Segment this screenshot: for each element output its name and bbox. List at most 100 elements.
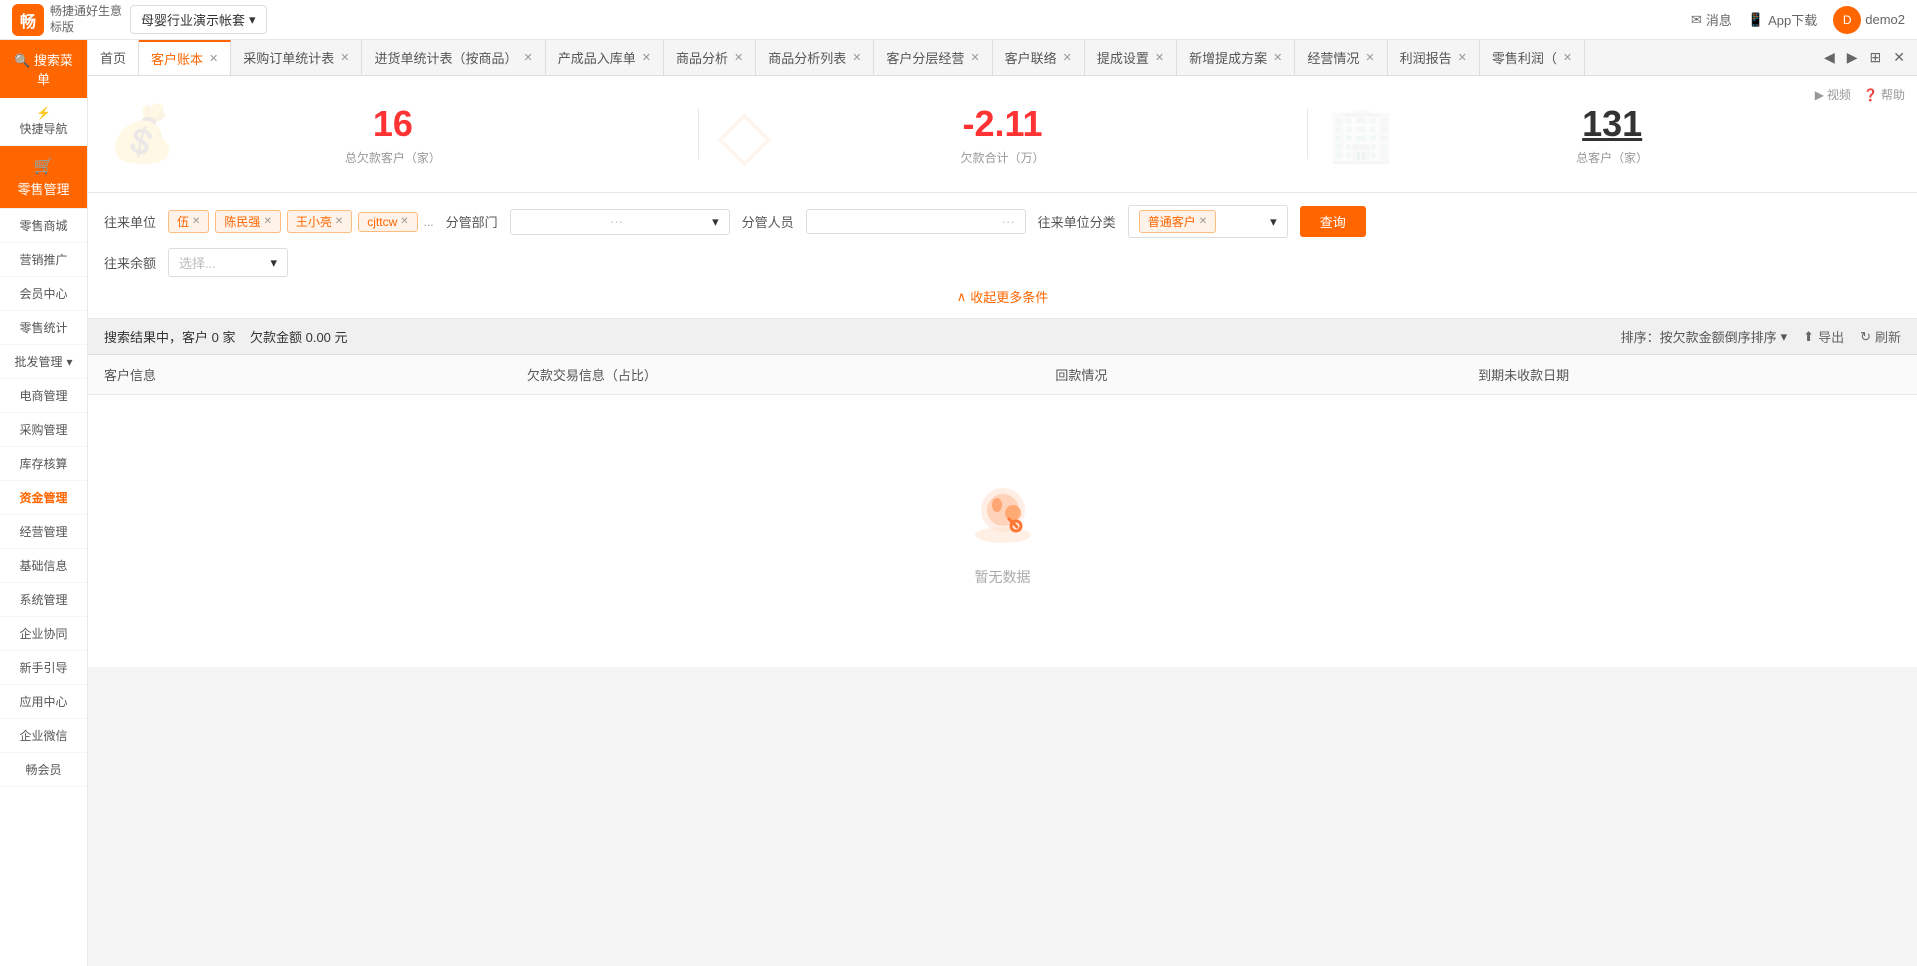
sidebar-item-new-guide[interactable]: 新手引导 [0,651,87,685]
summary-card-arrears: ◇ -2.11 欠款合计（万） [698,92,1308,176]
content-area: ▶ 视频 ❓ 帮助 💰 16 总欠款客户（家） ◇ [88,76,1917,966]
summary-cards: ▶ 视频 ❓ 帮助 💰 16 总欠款客户（家） ◇ [88,76,1917,193]
filter-dept-select[interactable]: ··· ▾ [510,209,730,235]
tab-close-goods-analysis-list[interactable]: ✕ [852,51,861,64]
filter-tags: 伍 ✕ 陈民强 ✕ 王小亮 ✕ cjttcw ✕ [168,210,434,233]
message-button[interactable]: ✉ 消息 [1691,10,1732,29]
filter-person-select[interactable]: ··· [806,209,1026,234]
sidebar-item-operations[interactable]: 经营管理 [0,515,87,549]
collapse-icon: ∧ [957,289,967,305]
filter-tag-1-close[interactable]: ✕ [192,216,200,227]
sidebar-item-quick-nav[interactable]: ⚡ 快捷导航 [0,98,87,146]
unit-class-tag-close[interactable]: ✕ [1199,216,1207,227]
filter-tag-4[interactable]: cjttcw ✕ [358,212,417,232]
tab-bar: 首页 客户账本 ✕ 采购订单统计表 ✕ 进货单统计表（按商品） ✕ 产成品入库单… [88,40,1917,76]
logo-icon: 畅 [12,4,44,36]
suite-selector[interactable]: 母婴行业演示帐套 ▾ [130,5,267,34]
tab-production-stock-in[interactable]: 产成品入库单 ✕ [546,40,664,76]
filter-tag-4-close[interactable]: ✕ [400,216,408,227]
sidebar-item-enterprise-wechat[interactable]: 企业微信 [0,719,87,753]
sidebar-item-inventory[interactable]: 库存核算 [0,447,87,481]
tab-close-profit-report[interactable]: ✕ [1458,51,1467,64]
tab-operations[interactable]: 经营情况 ✕ [1295,40,1387,76]
card2-value[interactable]: -2.11 [962,102,1042,145]
sort-select[interactable]: 排序：按欠款金额倒序排序 ▾ [1621,327,1788,346]
tab-close-purchase-order-stats[interactable]: ✕ [340,51,349,64]
card3-value[interactable]: 131 [1582,102,1642,145]
search-icon: 🔍 [14,53,30,68]
filter-tag-3-close[interactable]: ✕ [335,216,343,227]
tab-customer-account[interactable]: 客户账本 ✕ [139,40,231,76]
sidebar-search[interactable]: 🔍 搜索菜单 [0,40,87,98]
filter-tag-1[interactable]: 伍 ✕ [168,210,209,233]
user-menu[interactable]: D demo2 [1833,6,1905,34]
sidebar-item-retail-stats[interactable]: 零售统计 [0,311,87,345]
query-button[interactable]: 查询 [1300,206,1366,237]
tab-close-all-btn[interactable]: ✕ [1889,47,1909,68]
tab-bar-controls: ◀ ▶ ⊞ ✕ [1812,47,1917,68]
tab-close-customer-account[interactable]: ✕ [209,52,218,65]
tab-stock-stats[interactable]: 进货单统计表（按商品） ✕ [362,40,545,76]
filter-unit-class-select[interactable]: 普通客户 ✕ ▾ [1128,205,1288,238]
tab-retail-profit[interactable]: 零售利润（ ✕ [1480,40,1585,76]
sidebar-item-enterprise-collab[interactable]: 企业协同 [0,617,87,651]
table-header: 客户信息 欠款交易信息（占比） 回款情况 到期未收款日期 [88,355,1917,395]
sidebar-item-marketing[interactable]: 营销推广 [0,243,87,277]
filter-balance-select[interactable]: 选择... ▾ [168,248,288,277]
tab-home[interactable]: 首页 [88,40,139,76]
tab-close-production-stock-in[interactable]: ✕ [642,51,651,64]
tab-close-prompt-settings[interactable]: ✕ [1155,51,1164,64]
sidebar-item-wholesale[interactable]: 批发管理 ▾ [0,345,87,379]
sidebar-item-retail-mall[interactable]: 零售商城 [0,209,87,243]
result-actions: 排序：按欠款金额倒序排序 ▾ ⬆ 导出 ↻ 刷新 [1621,327,1901,346]
table-header-overdue-date: 到期未收款日期 [1478,365,1901,384]
empty-icon [963,475,1043,555]
tab-purchase-order-stats[interactable]: 采购订单统计表 ✕ [231,40,362,76]
sidebar-item-purchase[interactable]: 采购管理 [0,413,87,447]
sidebar-item-ecommerce[interactable]: 电商管理 [0,379,87,413]
filter-tag-2-close[interactable]: ✕ [263,216,271,227]
collapse-filter-btn[interactable]: ∧ 收起更多条件 [957,287,1049,306]
card1-value[interactable]: 16 [373,102,413,145]
tab-close-new-prompt-plan[interactable]: ✕ [1273,51,1282,64]
card2-bg-icon: ◇ [718,93,772,175]
app-download-button[interactable]: 📱 App下载 [1748,10,1817,29]
sidebar-item-vip-member[interactable]: 畅会员 [0,753,87,787]
tab-prompt-settings[interactable]: 提成设置 ✕ [1085,40,1177,76]
refresh-button[interactable]: ↻ 刷新 [1860,327,1901,346]
tab-new-prompt-plan[interactable]: 新增提成方案 ✕ [1177,40,1295,76]
result-bar: 搜索结果中，客户 0 家 欠款金额 0.00 元 排序：按欠款金额倒序排序 ▾ … [88,319,1917,355]
tab-profit-report[interactable]: 利润报告 ✕ [1388,40,1480,76]
filter-tag-3[interactable]: 王小亮 ✕ [287,210,352,233]
tab-goods-analysis-list[interactable]: 商品分析列表 ✕ [756,40,874,76]
refresh-icon: ↻ [1860,329,1871,345]
sidebar-item-retail[interactable]: 🛒 零售管理 [0,146,87,209]
tab-close-customer-contact[interactable]: ✕ [1063,51,1072,64]
tab-close-stock-stats[interactable]: ✕ [524,51,533,64]
unit-class-tag[interactable]: 普通客户 ✕ [1139,210,1216,233]
tab-close-retail-profit[interactable]: ✕ [1563,51,1572,64]
retail-icon: 🛒 [34,156,54,176]
tab-close-customer-segment[interactable]: ✕ [970,51,979,64]
tab-close-goods-analysis[interactable]: ✕ [734,51,743,64]
sidebar-item-app-center[interactable]: 应用中心 [0,685,87,719]
message-icon: ✉ [1691,12,1702,28]
filter-tag-more[interactable]: ... [424,215,434,229]
tab-goods-analysis[interactable]: 商品分析 ✕ [664,40,756,76]
logo-area[interactable]: 畅 畅捷通好生意 标版 [12,4,122,36]
table-header-repayment: 回款情况 [1055,365,1478,384]
export-button[interactable]: ⬆ 导出 [1803,327,1844,346]
sidebar-item-base-info[interactable]: 基础信息 [0,549,87,583]
sidebar: 🔍 搜索菜单 ⚡ 快捷导航 🛒 零售管理 零售商城 营销推广 会员中心 零售统计… [0,40,88,966]
tab-customer-segment[interactable]: 客户分层经营 ✕ [874,40,992,76]
tab-expand-btn[interactable]: ⊞ [1866,47,1886,68]
sidebar-item-finance[interactable]: 资金管理 [0,481,87,515]
tab-customer-contact[interactable]: 客户联络 ✕ [993,40,1085,76]
tab-prev-btn[interactable]: ◀ [1820,47,1839,68]
sidebar-item-members[interactable]: 会员中心 [0,277,87,311]
sidebar-item-sys-mgmt[interactable]: 系统管理 [0,583,87,617]
tab-next-btn[interactable]: ▶ [1843,47,1862,68]
unit-class-dropdown-icon: ▾ [1270,214,1277,230]
tab-close-operations[interactable]: ✕ [1365,51,1374,64]
filter-tag-2[interactable]: 陈民强 ✕ [215,210,280,233]
